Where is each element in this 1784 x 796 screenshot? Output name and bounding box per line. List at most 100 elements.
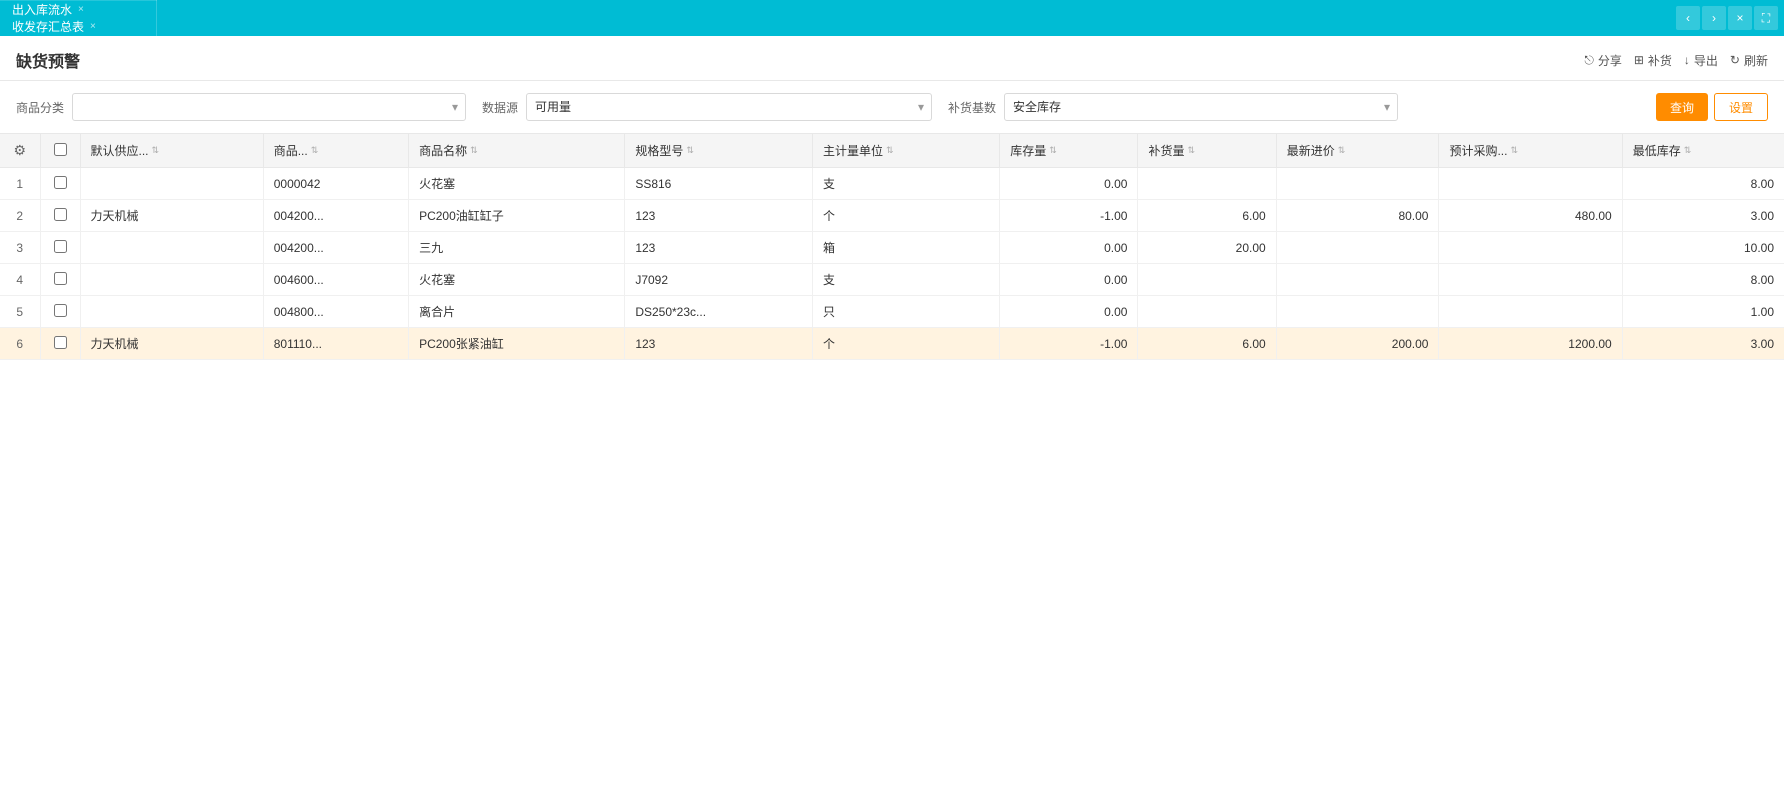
cell-spec-1: 123	[625, 200, 813, 232]
table-row: 4 004600... 火花塞 J7092 支 0.00 8.00	[0, 264, 1784, 296]
tab-order-stat[interactable]: 要货单统计表×	[0, 35, 157, 36]
cell-num-3: 4	[0, 264, 40, 296]
sort-code[interactable]: 商品... ⇅	[274, 142, 319, 159]
table-row: 6 力天机械 801110... PC200张紧油缸 123 个 -1.00 6…	[0, 328, 1784, 360]
row-checkbox-2[interactable]	[54, 240, 67, 253]
cell-min-stock-1: 3.00	[1622, 200, 1784, 232]
column-settings-icon[interactable]: ⚙	[13, 142, 26, 158]
nav-controls: ‹ › × ⛶	[1670, 6, 1784, 30]
nav-fullscreen-button[interactable]: ⛶	[1754, 6, 1778, 30]
cell-min-stock-4: 1.00	[1622, 296, 1784, 328]
nav-next-button[interactable]: ›	[1702, 6, 1726, 30]
col-replenish-label: 补货量	[1148, 142, 1184, 159]
cell-stock-1: -1.00	[1000, 200, 1138, 232]
cell-checkbox-0	[40, 168, 80, 200]
settings-button[interactable]: 设置	[1714, 93, 1768, 121]
table-row: 2 力天机械 004200... PC200油缸缸子 123 个 -1.00 6…	[0, 200, 1784, 232]
table-header-row: ⚙ 默认供应... ⇅ 商品... ⇅	[0, 134, 1784, 168]
cell-unit-2: 箱	[812, 232, 999, 264]
header-actions: ⎋ 分享 ⊞ 补货 ↓ 导出 ↻ 刷新	[1584, 52, 1768, 69]
refresh-button[interactable]: ↻ 刷新	[1730, 52, 1768, 69]
cell-min-stock-2: 10.00	[1622, 232, 1784, 264]
tab-close-inout[interactable]: ×	[78, 4, 84, 15]
page-header: 缺货预警 ⎋ 分享 ⊞ 补货 ↓ 导出 ↻ 刷新	[0, 36, 1784, 81]
query-button[interactable]: 查询	[1656, 93, 1708, 121]
cell-num-5: 6	[0, 328, 40, 360]
sort-stock[interactable]: 库存量 ⇅	[1010, 142, 1057, 159]
col-latest-price: 最新进价 ⇅	[1276, 134, 1439, 168]
cell-latest-price-1: 80.00	[1276, 200, 1439, 232]
row-checkbox-1[interactable]	[54, 208, 67, 221]
table-container: ⚙ 默认供应... ⇅ 商品... ⇅	[0, 133, 1784, 360]
category-select[interactable]	[72, 93, 466, 121]
sort-name[interactable]: 商品名称 ⇅	[419, 142, 478, 159]
nav-close-button[interactable]: ×	[1728, 6, 1752, 30]
export-icon: ↓	[1684, 53, 1690, 67]
cell-latest-price-0	[1276, 168, 1439, 200]
cell-est-purchase-1: 480.00	[1439, 200, 1622, 232]
refresh-icon: ↻	[1730, 53, 1740, 67]
sort-name-icon: ⇅	[470, 145, 478, 156]
row-checkbox-0[interactable]	[54, 176, 67, 189]
cell-code-3: 004600...	[263, 264, 408, 296]
row-checkbox-5[interactable]	[54, 336, 67, 349]
tab-close-collect[interactable]: ×	[90, 21, 96, 32]
col-unit-label: 主计量单位	[823, 142, 883, 159]
col-est-purchase: 预计采购... ⇅	[1439, 134, 1622, 168]
sort-min-stock[interactable]: 最低库存 ⇅	[1633, 142, 1692, 159]
cell-supplier-5: 力天机械	[80, 328, 263, 360]
col-spec-label: 规格型号	[635, 142, 683, 159]
replenish-button[interactable]: ⊞ 补货	[1634, 52, 1672, 69]
cell-latest-price-2	[1276, 232, 1439, 264]
col-supplier: 默认供应... ⇅	[80, 134, 263, 168]
sort-stock-icon: ⇅	[1049, 145, 1057, 156]
category-label: 商品分类	[16, 99, 64, 116]
replenish-select[interactable]: 安全库存	[1004, 93, 1398, 121]
col-stock: 库存量 ⇅	[1000, 134, 1138, 168]
cell-latest-price-3	[1276, 264, 1439, 296]
filter-bar: 商品分类 数据源 可用量 补货基数 安全库存	[0, 81, 1784, 133]
sort-replenish[interactable]: 补货量 ⇅	[1148, 142, 1195, 159]
row-checkbox-4[interactable]	[54, 304, 67, 317]
cell-num-1: 2	[0, 200, 40, 232]
datasource-label: 数据源	[482, 99, 518, 116]
top-nav: 首页炼货异常处理×现存量（库存状况表）×现存量（库存分布表）×库存批次账×出入库…	[0, 0, 1784, 36]
sort-unit[interactable]: 主计量单位 ⇅	[823, 142, 894, 159]
sort-unit-icon: ⇅	[886, 145, 894, 156]
cell-est-purchase-4	[1439, 296, 1622, 328]
cell-stock-3: 0.00	[1000, 264, 1138, 296]
select-all-checkbox[interactable]	[54, 143, 67, 156]
sort-latest-price[interactable]: 最新进价 ⇅	[1287, 142, 1346, 159]
cell-checkbox-5	[40, 328, 80, 360]
col-replenish: 补货量 ⇅	[1138, 134, 1276, 168]
col-min-stock: 最低库存 ⇅	[1622, 134, 1784, 168]
cell-num-0: 1	[0, 168, 40, 200]
tab-collect[interactable]: 收发存汇总表×	[0, 18, 157, 35]
export-button[interactable]: ↓ 导出	[1684, 52, 1718, 69]
share-button[interactable]: ⎋ 分享	[1584, 52, 1622, 69]
cell-unit-0: 支	[812, 168, 999, 200]
cell-latest-price-4	[1276, 296, 1439, 328]
cell-replenish-0	[1138, 168, 1276, 200]
sort-spec[interactable]: 规格型号 ⇅	[635, 142, 694, 159]
table-row: 5 004800... 离合片 DS250*23c... 只 0.00 1.00	[0, 296, 1784, 328]
tab-inout[interactable]: 出入库流水×	[0, 1, 157, 18]
sort-supplier[interactable]: 默认供应... ⇅	[91, 142, 160, 159]
cell-code-1: 004200...	[263, 200, 408, 232]
row-checkbox-3[interactable]	[54, 272, 67, 285]
sort-replenish-icon: ⇅	[1188, 145, 1196, 156]
cell-est-purchase-2	[1439, 232, 1622, 264]
cell-est-purchase-3	[1439, 264, 1622, 296]
filter-group-datasource: 数据源 可用量	[482, 93, 932, 121]
category-select-wrapper	[72, 93, 466, 121]
datasource-select[interactable]: 可用量	[526, 93, 932, 121]
cell-supplier-2	[80, 232, 263, 264]
cell-unit-4: 只	[812, 296, 999, 328]
sort-code-icon: ⇅	[311, 145, 319, 156]
table-row: 3 004200... 三九 123 箱 0.00 20.00 10.00	[0, 232, 1784, 264]
sort-spec-icon: ⇅	[686, 145, 694, 156]
cell-checkbox-4	[40, 296, 80, 328]
sort-est-purchase[interactable]: 预计采购... ⇅	[1449, 142, 1518, 159]
nav-prev-button[interactable]: ‹	[1676, 6, 1700, 30]
cell-min-stock-3: 8.00	[1622, 264, 1784, 296]
